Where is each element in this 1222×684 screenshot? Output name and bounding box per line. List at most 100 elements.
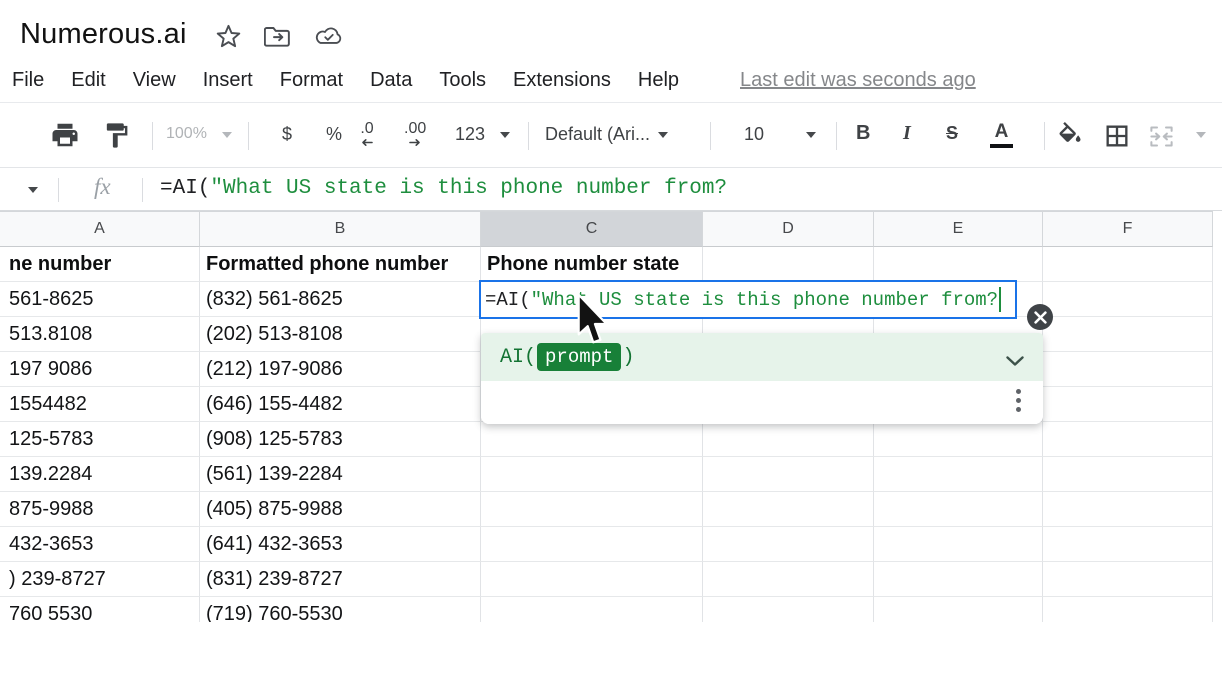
cell[interactable]	[1043, 492, 1213, 527]
cell[interactable]: (646) 155-4482	[200, 387, 481, 422]
cell[interactable]: (719) 760-5530	[200, 597, 481, 622]
cell[interactable]: (831) 239-8727	[200, 562, 481, 597]
cell[interactable]: 1554482	[0, 387, 200, 422]
menu-edit[interactable]: Edit	[71, 69, 105, 92]
menu-insert[interactable]: Insert	[203, 69, 253, 92]
cell[interactable]	[874, 562, 1043, 597]
cell[interactable]	[1043, 597, 1213, 622]
percent-format-button[interactable]: %	[326, 124, 342, 145]
cell[interactable]: 125-5783	[0, 422, 200, 457]
menu-file[interactable]: File	[12, 69, 44, 92]
cell[interactable]: (908) 125-5783	[200, 422, 481, 457]
close-button[interactable]	[1027, 304, 1053, 330]
borders-button[interactable]	[1103, 122, 1131, 155]
cell[interactable]	[703, 247, 874, 282]
active-cell-editor[interactable]: =AI("What US state is this phone number …	[479, 280, 1017, 319]
column-header-a[interactable]: A	[0, 211, 200, 247]
text-color-button[interactable]: A	[990, 121, 1013, 148]
cell[interactable]: (202) 513-8108	[200, 317, 481, 352]
cell[interactable]	[703, 597, 874, 622]
cell[interactable]	[1043, 282, 1213, 317]
font-size-dropdown-icon[interactable]	[806, 132, 816, 138]
more-formats-dropdown-icon[interactable]	[500, 132, 510, 138]
menu-help[interactable]: Help	[638, 69, 679, 92]
cell[interactable]	[481, 492, 703, 527]
paint-format-button[interactable]	[102, 121, 131, 155]
menu-tools[interactable]: Tools	[439, 69, 486, 92]
cell[interactable]	[874, 457, 1043, 492]
cell[interactable]	[703, 457, 874, 492]
cell[interactable]	[1043, 527, 1213, 562]
cell[interactable]: (641) 432-3653	[200, 527, 481, 562]
cell[interactable]: 561-8625	[0, 282, 200, 317]
column-header-c[interactable]: C	[481, 211, 703, 247]
font-size-select[interactable]: 10	[744, 124, 764, 145]
cell[interactable]	[703, 562, 874, 597]
cell[interactable]: (832) 561-8625	[200, 282, 481, 317]
star-icon[interactable]	[215, 23, 242, 50]
cell[interactable]	[874, 422, 1043, 457]
column-header-d[interactable]: D	[703, 211, 874, 247]
cell[interactable]	[1043, 387, 1213, 422]
cell[interactable]: Formatted phone number	[200, 247, 481, 282]
cell[interactable]	[1043, 562, 1213, 597]
cell[interactable]	[703, 422, 874, 457]
formula-input[interactable]: =AI("What US state is this phone number …	[160, 177, 727, 200]
cell[interactable]	[874, 247, 1043, 282]
merge-dropdown-icon[interactable]	[1196, 132, 1206, 138]
name-box-dropdown-icon[interactable]	[28, 187, 38, 193]
cell[interactable]: 875-9988	[0, 492, 200, 527]
ai-function-suggestion[interactable]: AI(prompt)	[481, 333, 1043, 381]
cell[interactable]: 432-3653	[0, 527, 200, 562]
cell[interactable]: 197 9086	[0, 352, 200, 387]
more-options-icon[interactable]	[1016, 389, 1021, 412]
zoom-control[interactable]: 100%	[166, 125, 207, 143]
move-folder-icon[interactable]	[264, 24, 292, 48]
cell[interactable]: 760 5530	[0, 597, 200, 622]
cell[interactable]	[1043, 352, 1213, 387]
menu-extensions[interactable]: Extensions	[513, 69, 611, 92]
cell[interactable]	[703, 492, 874, 527]
last-edit-link[interactable]: Last edit was seconds ago	[740, 69, 976, 92]
decrease-decimal-button[interactable]: .0	[360, 120, 374, 147]
cell[interactable]	[874, 527, 1043, 562]
zoom-dropdown-icon[interactable]	[222, 132, 232, 138]
font-name-dropdown-icon[interactable]	[658, 132, 668, 138]
cell[interactable]	[481, 527, 703, 562]
cell[interactable]: (405) 875-9988	[200, 492, 481, 527]
column-header-e[interactable]: E	[874, 211, 1043, 247]
cell[interactable]	[1043, 457, 1213, 492]
cell[interactable]: 513.8108	[0, 317, 200, 352]
cell[interactable]	[874, 597, 1043, 622]
currency-format-button[interactable]: $	[282, 124, 292, 145]
column-header-b[interactable]: B	[200, 211, 481, 247]
cell[interactable]	[874, 492, 1043, 527]
strikethrough-button[interactable]: S	[946, 123, 958, 144]
document-title[interactable]: Numerous.ai	[20, 18, 187, 51]
bold-button[interactable]: B	[856, 122, 870, 145]
cell[interactable]	[481, 457, 703, 492]
cell[interactable]	[481, 422, 703, 457]
menu-format[interactable]: Format	[280, 69, 343, 92]
cell[interactable]: ne number	[0, 247, 200, 282]
cell[interactable]	[481, 562, 703, 597]
cell[interactable]	[1043, 422, 1213, 457]
cell[interactable]: 139.2284	[0, 457, 200, 492]
merge-cells-button[interactable]	[1148, 123, 1175, 155]
cell[interactable]: Phone number state	[481, 247, 703, 282]
cell[interactable]	[1043, 247, 1213, 282]
menu-view[interactable]: View	[133, 69, 176, 92]
menu-data[interactable]: Data	[370, 69, 412, 92]
cell[interactable]: (212) 197-9086	[200, 352, 481, 387]
fill-color-button[interactable]	[1056, 122, 1084, 155]
column-header-f[interactable]: F	[1043, 211, 1213, 247]
cloud-check-icon[interactable]	[314, 25, 344, 48]
cell[interactable]: ) 239-8727	[0, 562, 200, 597]
print-button[interactable]	[50, 120, 80, 155]
cell[interactable]	[481, 597, 703, 622]
italic-button[interactable]: I	[903, 122, 911, 145]
font-name-select[interactable]: Default (Ari...	[545, 124, 650, 145]
cell[interactable]: (561) 139-2284	[200, 457, 481, 492]
chevron-down-icon[interactable]	[1005, 351, 1025, 374]
cell[interactable]	[1043, 317, 1213, 352]
